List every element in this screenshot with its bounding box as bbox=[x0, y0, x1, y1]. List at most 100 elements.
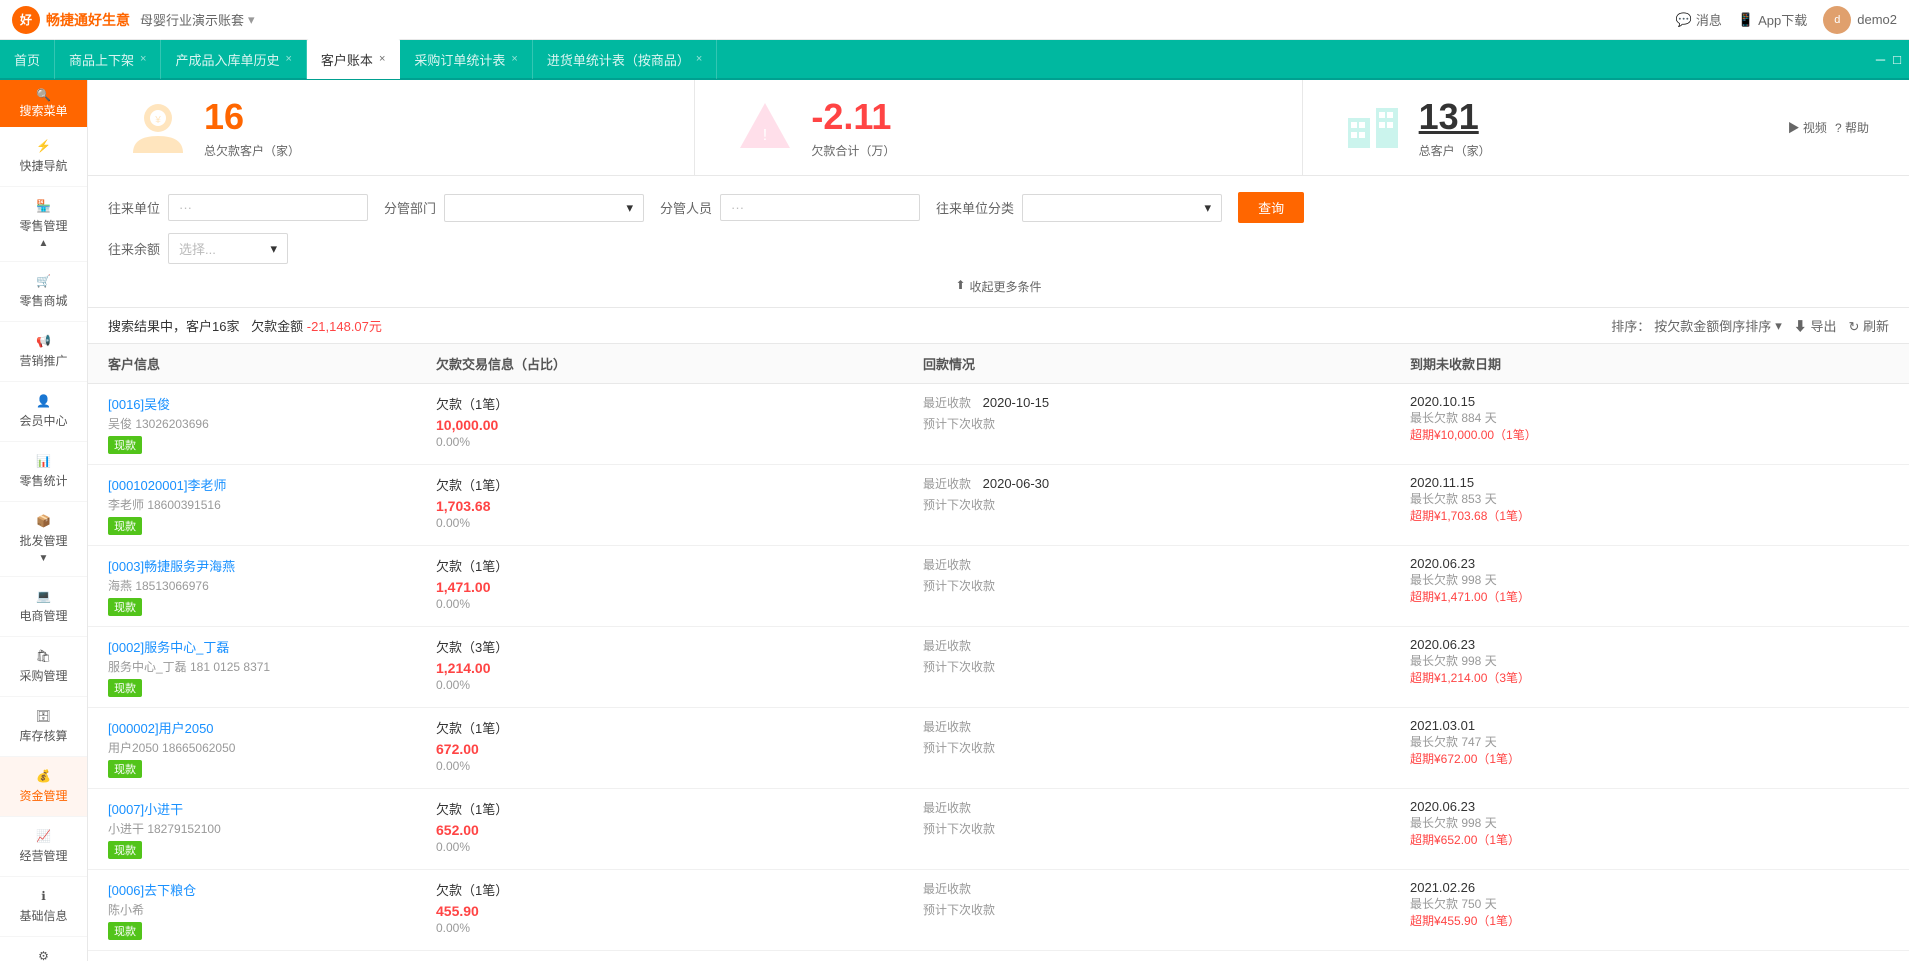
unit-category-select[interactable]: ▾ bbox=[1022, 194, 1222, 222]
owe-amount[interactable]: 1,471.00 bbox=[436, 579, 907, 595]
last-repay-label: 最近收款 bbox=[923, 639, 971, 653]
sidebar-item-purchase-mgmt[interactable]: 🛍 采购管理 bbox=[0, 637, 87, 697]
sidebar-item-ecommerce[interactable]: 💻 电商管理 bbox=[0, 577, 87, 637]
table-row: [0006]去下粮仓 陈小希 现款 欠款（1笔） 455.90 0.00% 最近… bbox=[88, 870, 1909, 951]
customer-cell: [0016]吴俊 吴俊 13026203696 现款 bbox=[108, 394, 428, 454]
customer-name[interactable]: [0006]去下粮仓 bbox=[108, 880, 420, 899]
repay-info: 最近收款 bbox=[923, 637, 1394, 654]
tab-home[interactable]: 首页 bbox=[0, 39, 55, 79]
sidebar-item-ops-mgmt[interactable]: 📈 经营管理 bbox=[0, 817, 87, 877]
table-body: [0016]吴俊 吴俊 13026203696 现款 欠款（1笔） 10,000… bbox=[88, 384, 1909, 961]
app-name: 畅捷通好生意 bbox=[46, 10, 130, 30]
help-btn[interactable]: ? 帮助 bbox=[1835, 119, 1869, 136]
customer-phone: 陈小希 bbox=[108, 901, 420, 918]
sidebar-item-system-mgmt[interactable]: ⚙ 系统管理 bbox=[0, 937, 87, 961]
overdue-amount-link[interactable]: 超期¥652.00（1笔） bbox=[1410, 831, 1881, 848]
tab-purchase-summary-close[interactable]: × bbox=[511, 53, 517, 65]
owe-count: 欠款（1笔） bbox=[436, 475, 907, 494]
source-unit-input[interactable]: ··· bbox=[168, 194, 368, 221]
tab-purchase-goods[interactable]: 进货单统计表（按商品） × bbox=[533, 39, 717, 79]
owe-amount[interactable]: 455.90 bbox=[436, 903, 907, 919]
video-btn[interactable]: ▶ 视频 bbox=[1788, 119, 1827, 136]
table-row: [0003]畅捷服务尹海燕 海燕 18513066976 现款 欠款（1笔） 1… bbox=[88, 546, 1909, 627]
owe-pct: 0.00% bbox=[436, 678, 907, 692]
overdue-customers-label: 总欠款客户（家） bbox=[204, 142, 300, 159]
repay-cell: 最近收款 2020-06-30 预计下次收款 bbox=[915, 475, 1402, 513]
sidebar-item-retail-mall[interactable]: 🛒 零售商城 bbox=[0, 262, 87, 322]
sidebar-item-inventory[interactable]: 🗄 库存核算 bbox=[0, 697, 87, 757]
sort-select[interactable]: 排序： 按欠款金额倒序排序 ▾ bbox=[1611, 316, 1782, 335]
tab-purchase-goods-close[interactable]: × bbox=[696, 53, 702, 65]
export-btn[interactable]: ⬇ 导出 bbox=[1794, 316, 1837, 335]
customer-name[interactable]: [0016]吴俊 bbox=[108, 394, 420, 413]
tab-goods-on-off[interactable]: 商品上下架 × bbox=[55, 39, 161, 79]
sidebar-item-retail-stats[interactable]: 📊 零售统计 bbox=[0, 442, 87, 502]
top-bar-right: 💬 消息 📱 App下载 d demo2 bbox=[1676, 6, 1897, 34]
overdue-amount-link[interactable]: 超期¥672.00（1笔） bbox=[1410, 750, 1881, 767]
result-amount-value: -21,148.07元 bbox=[307, 319, 382, 334]
customer-tag: 现款 bbox=[108, 436, 142, 454]
stat-total-customers-info: 131 总客户（家） bbox=[1419, 96, 1491, 159]
store-selector[interactable]: 母婴行业演示账套 ▾ bbox=[140, 10, 255, 29]
marketing-icon: 📢 bbox=[36, 334, 51, 348]
overdue-amount-link[interactable]: 超期¥10,000.00（1笔） bbox=[1410, 426, 1881, 443]
due-date: 2020.06.23 bbox=[1410, 637, 1881, 652]
message-btn[interactable]: 💬 消息 bbox=[1676, 10, 1722, 29]
next-repay: 预计下次收款 bbox=[923, 658, 1394, 675]
overdue-days: 最长欠款 884 天 bbox=[1410, 409, 1881, 426]
dept-select[interactable]: ▾ bbox=[444, 194, 644, 222]
owe-pct: 0.00% bbox=[436, 516, 907, 530]
owe-amount[interactable]: 1,703.68 bbox=[436, 498, 907, 514]
owe-amount[interactable]: 652.00 bbox=[436, 822, 907, 838]
tab-purchase-summary[interactable]: 采购订单统计表 × bbox=[400, 39, 532, 79]
batch-mgmt-icon: 📦 bbox=[36, 514, 51, 528]
sidebar-item-capital-mgmt[interactable]: 💰 资金管理 bbox=[0, 757, 87, 817]
tab-production-history-close[interactable]: × bbox=[285, 53, 291, 65]
sidebar-item-quicknav[interactable]: ⚡ 快捷导航 bbox=[0, 127, 87, 187]
customer-name[interactable]: [0003]畅捷服务尹海燕 bbox=[108, 556, 420, 575]
sidebar-item-retail-mall-label: 零售商城 bbox=[19, 292, 67, 309]
sidebar-item-member-center[interactable]: 👤 会员中心 bbox=[0, 382, 87, 442]
search-button[interactable]: 查询 bbox=[1238, 192, 1304, 223]
app-download-btn[interactable]: 📱 App下载 bbox=[1738, 10, 1807, 29]
collapse-row[interactable]: ⬆ 收起更多条件 bbox=[108, 274, 1889, 299]
tab-customer-account-close[interactable]: × bbox=[379, 53, 385, 65]
tab-purchase-summary-label: 采购订单统计表 bbox=[414, 50, 505, 69]
avatar: d bbox=[1823, 6, 1851, 34]
owe-amount[interactable]: 1,214.00 bbox=[436, 660, 907, 676]
search-menu-btn[interactable]: 🔍 搜索菜单 bbox=[0, 80, 87, 127]
sidebar-item-marketing[interactable]: 📢 营销推广 bbox=[0, 322, 87, 382]
unit-category-label: 往来单位分类 bbox=[936, 198, 1014, 217]
tab-goods-on-off-close[interactable]: × bbox=[140, 53, 146, 65]
balance-select[interactable]: 选择... ▾ bbox=[168, 233, 288, 264]
overdue-amount-link[interactable]: 超期¥1,703.68（1笔） bbox=[1410, 507, 1881, 524]
person-input[interactable]: ··· bbox=[720, 194, 920, 221]
repay-info: 最近收款 2020-10-15 bbox=[923, 394, 1394, 411]
sidebar-item-marketing-label: 营销推广 bbox=[19, 352, 67, 369]
customer-name[interactable]: [0002]服务中心_丁磊 bbox=[108, 637, 420, 656]
tab-customer-account[interactable]: 客户账本 × bbox=[307, 39, 400, 79]
refresh-label: 刷新 bbox=[1863, 319, 1889, 334]
customer-name[interactable]: [0007]小进干 bbox=[108, 799, 420, 818]
refresh-btn[interactable]: ↻ 刷新 bbox=[1848, 316, 1889, 335]
maximize-btn[interactable]: □ bbox=[1893, 52, 1901, 67]
sidebar-item-retail-mgmt[interactable]: 🏪 零售管理 ▲ bbox=[0, 187, 87, 262]
dept-label: 分管部门 bbox=[384, 198, 436, 217]
owe-amount[interactable]: 672.00 bbox=[436, 741, 907, 757]
system-mgmt-icon: ⚙ bbox=[38, 949, 49, 961]
sidebar-item-batch-mgmt[interactable]: 📦 批发管理 ▼ bbox=[0, 502, 87, 577]
customer-name[interactable]: [0001020001]李老师 bbox=[108, 475, 420, 494]
owe-count: 欠款（3笔） bbox=[436, 637, 907, 656]
overdue-amount-link[interactable]: 超期¥1,214.00（3笔） bbox=[1410, 669, 1881, 686]
owe-amount[interactable]: 10,000.00 bbox=[436, 417, 907, 433]
total-customers-icon bbox=[1343, 98, 1403, 158]
sidebar-item-basic-info[interactable]: ℹ 基础信息 bbox=[0, 877, 87, 937]
owe-cell: 欠款（3笔） 1,214.00 0.00% bbox=[428, 637, 915, 692]
customer-name[interactable]: [000002]用户2050 bbox=[108, 718, 420, 737]
tab-production-history[interactable]: 产成品入库单历史 × bbox=[161, 39, 306, 79]
user-area[interactable]: d demo2 bbox=[1823, 6, 1897, 34]
minimize-btn[interactable]: ─ bbox=[1876, 52, 1885, 67]
overdue-amount-link[interactable]: 超期¥455.90（1笔） bbox=[1410, 912, 1881, 929]
due-date: 2021.02.26 bbox=[1410, 880, 1881, 895]
overdue-amount-link[interactable]: 超期¥1,471.00（1笔） bbox=[1410, 588, 1881, 605]
